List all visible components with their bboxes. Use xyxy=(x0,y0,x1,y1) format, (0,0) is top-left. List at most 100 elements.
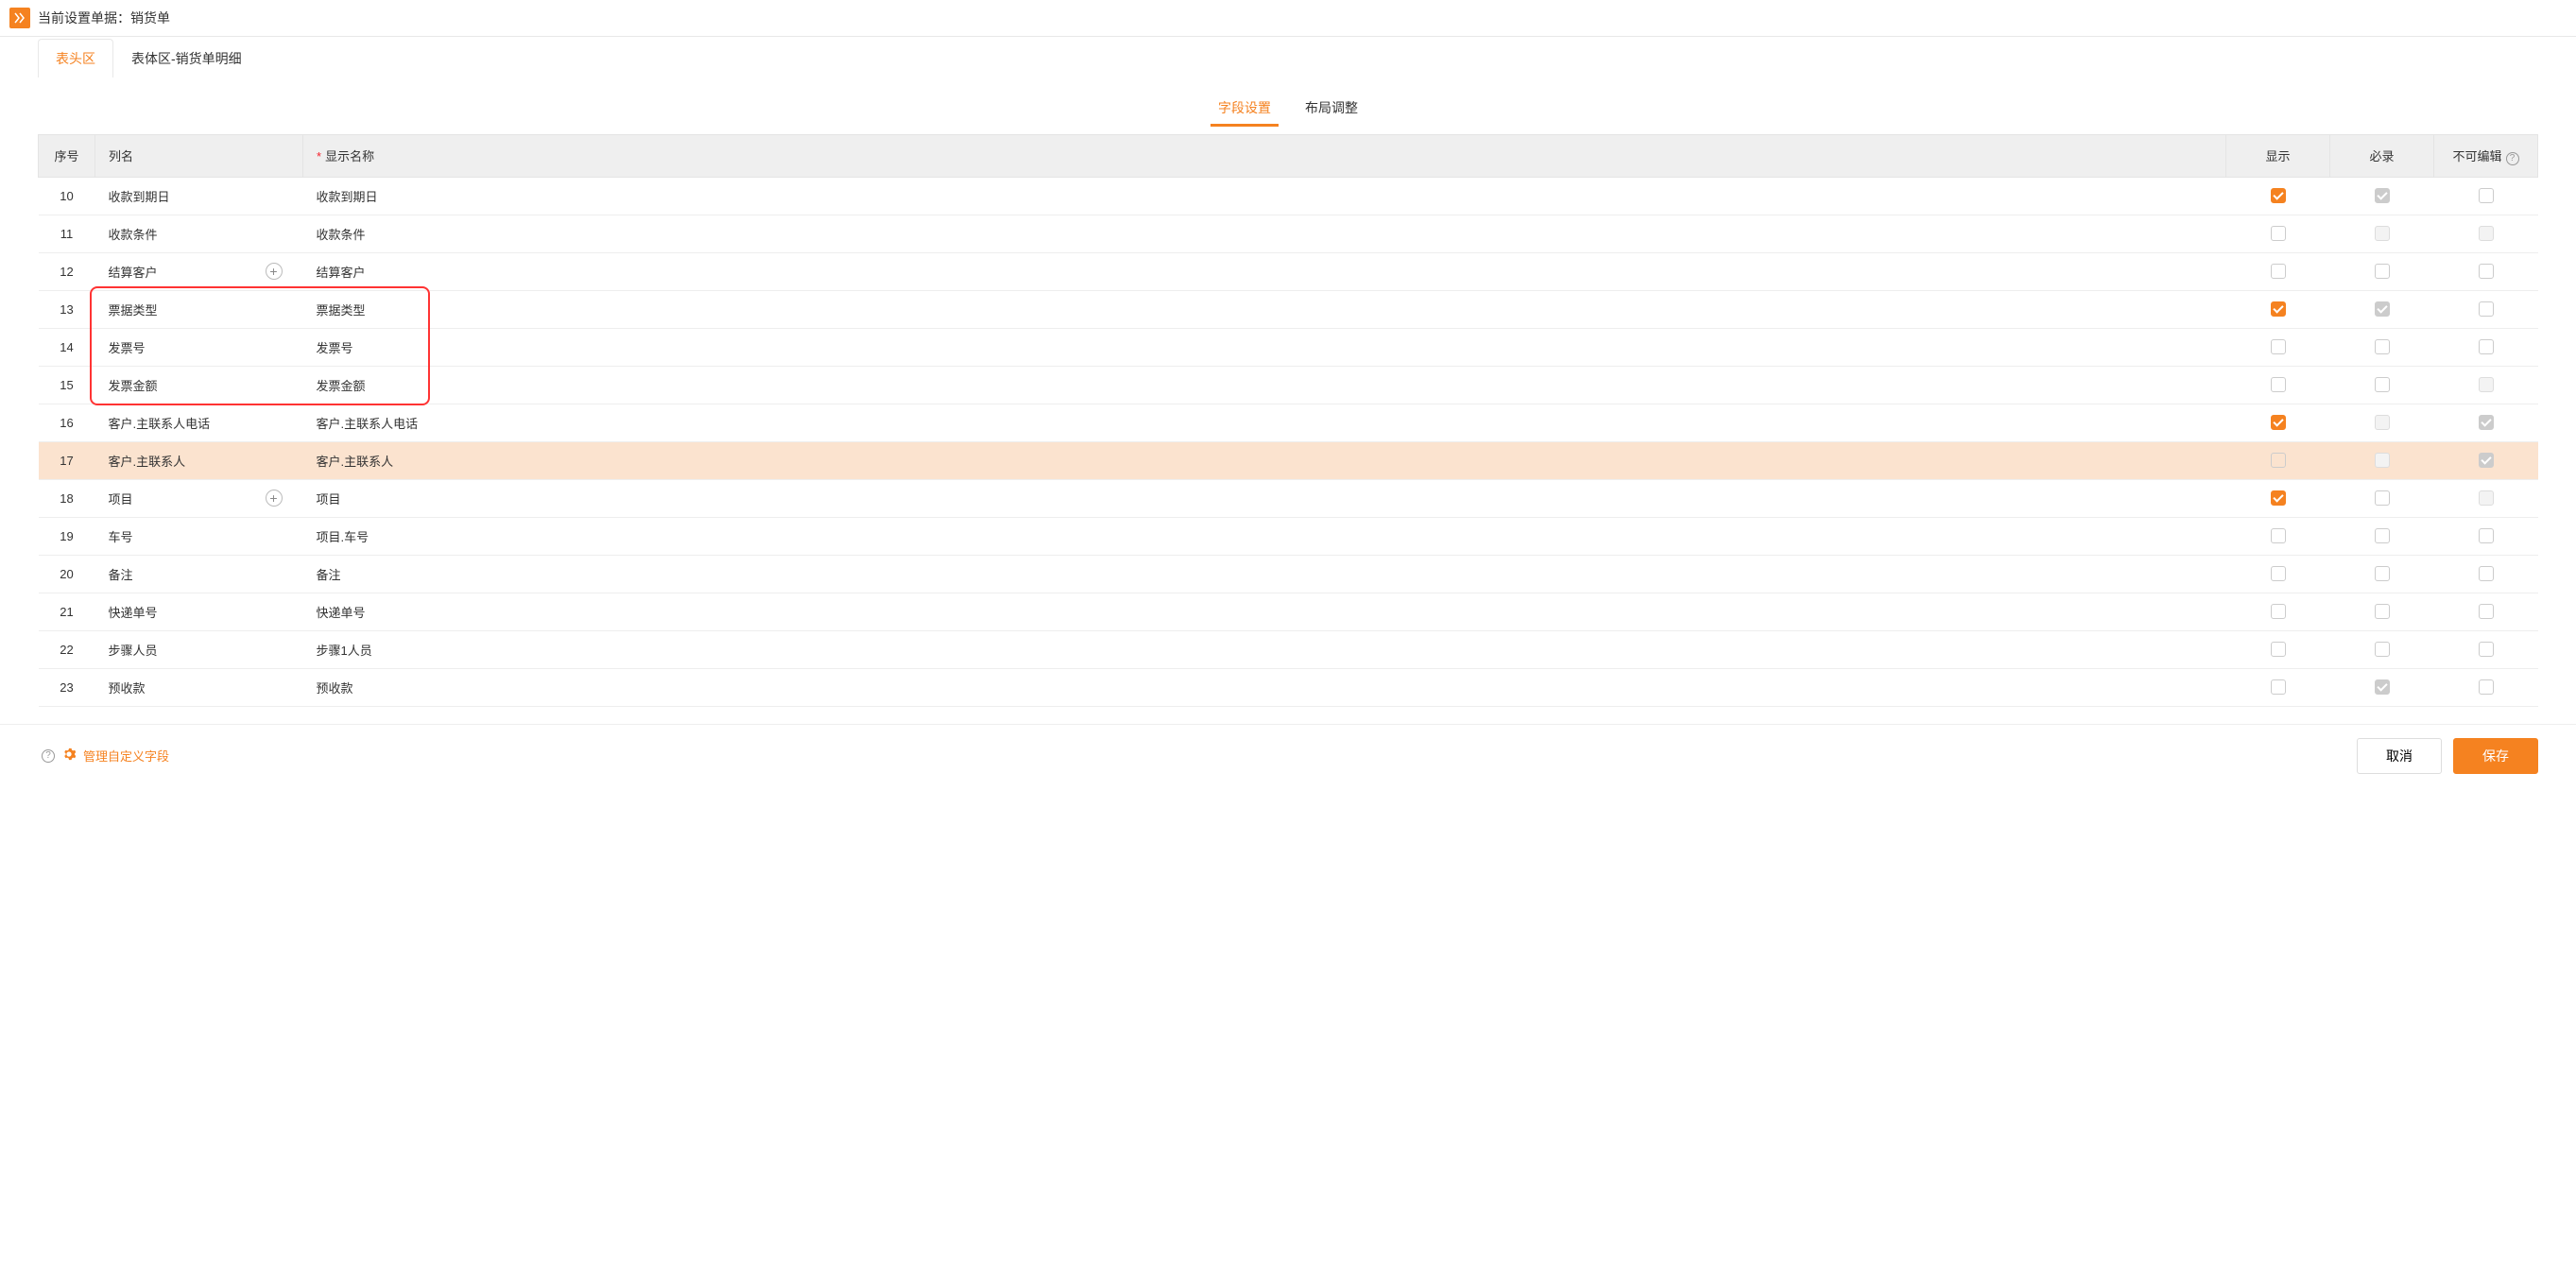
row-name: 客户.主联系人电话 xyxy=(95,404,303,441)
display-name-cell[interactable]: 发票号 xyxy=(303,328,2226,366)
display-name-cell[interactable]: 步骤1人员 xyxy=(303,630,2226,668)
display-name-cell[interactable]: 预收款 xyxy=(303,668,2226,706)
row-num: 21 xyxy=(39,593,95,630)
display-name-cell[interactable]: 票据类型 xyxy=(303,290,2226,328)
show-checkbox[interactable] xyxy=(2271,264,2286,279)
required-cell xyxy=(2330,668,2434,706)
required-cell xyxy=(2330,441,2434,479)
display-name-cell[interactable]: 收款到期日 xyxy=(303,177,2226,215)
show-checkbox[interactable] xyxy=(2271,642,2286,657)
add-sub-item-button[interactable]: + xyxy=(266,263,283,280)
manage-custom-fields-link[interactable]: 管理自定义字段 xyxy=(83,747,169,765)
required-checkbox[interactable] xyxy=(2375,490,2390,506)
row-name: 发票号 xyxy=(95,328,303,366)
column-name-text: 客户.主联系人 xyxy=(109,452,186,470)
readonly-checkbox[interactable] xyxy=(2479,679,2494,695)
row-num: 20 xyxy=(39,555,95,593)
required-checkbox[interactable] xyxy=(2375,528,2390,543)
sub-tab[interactable]: 字段设置 xyxy=(1201,91,1288,125)
cancel-button[interactable]: 取消 xyxy=(2357,738,2442,774)
table-row: 14发票号发票号 xyxy=(39,328,2538,366)
show-cell xyxy=(2226,252,2330,290)
row-num: 22 xyxy=(39,630,95,668)
show-checkbox[interactable] xyxy=(2271,188,2286,203)
readonly-cell xyxy=(2434,366,2538,404)
required-checkbox[interactable] xyxy=(2375,642,2390,657)
show-checkbox[interactable] xyxy=(2271,301,2286,317)
required-cell xyxy=(2330,555,2434,593)
column-name-text: 备注 xyxy=(109,565,133,583)
show-cell xyxy=(2226,366,2330,404)
display-name-cell[interactable]: 项目 xyxy=(303,479,2226,517)
row-name: 收款条件 xyxy=(95,215,303,252)
readonly-checkbox xyxy=(2479,453,2494,468)
readonly-checkbox[interactable] xyxy=(2479,339,2494,354)
tab-top[interactable]: 表体区-销货单明细 xyxy=(113,39,260,77)
required-checkbox xyxy=(2375,415,2390,430)
required-checkbox xyxy=(2375,188,2390,203)
add-sub-item-button[interactable]: + xyxy=(266,490,283,507)
readonly-cell xyxy=(2434,517,2538,555)
required-cell xyxy=(2330,290,2434,328)
show-checkbox[interactable] xyxy=(2271,377,2286,392)
required-checkbox[interactable] xyxy=(2375,377,2390,392)
show-checkbox[interactable] xyxy=(2271,604,2286,619)
expand-panel-button[interactable] xyxy=(9,8,30,28)
display-name-cell[interactable]: 备注 xyxy=(303,555,2226,593)
table-row: 16客户.主联系人电话客户.主联系人电话 xyxy=(39,404,2538,441)
column-name-text: 预收款 xyxy=(109,679,146,696)
display-name-cell[interactable]: 结算客户 xyxy=(303,252,2226,290)
display-name-cell[interactable]: 项目.车号 xyxy=(303,517,2226,555)
readonly-checkbox[interactable] xyxy=(2479,188,2494,203)
readonly-checkbox[interactable] xyxy=(2479,301,2494,317)
show-checkbox[interactable] xyxy=(2271,566,2286,581)
required-asterisk: * xyxy=(317,149,321,163)
show-checkbox[interactable] xyxy=(2271,226,2286,241)
required-checkbox[interactable] xyxy=(2375,566,2390,581)
row-num: 15 xyxy=(39,366,95,404)
show-checkbox[interactable] xyxy=(2271,415,2286,430)
show-checkbox[interactable] xyxy=(2271,339,2286,354)
column-name-text: 收款条件 xyxy=(109,225,158,243)
required-cell xyxy=(2330,630,2434,668)
required-cell xyxy=(2330,328,2434,366)
required-checkbox[interactable] xyxy=(2375,264,2390,279)
show-cell xyxy=(2226,441,2330,479)
readonly-checkbox[interactable] xyxy=(2479,264,2494,279)
readonly-checkbox[interactable] xyxy=(2479,642,2494,657)
required-checkbox xyxy=(2375,301,2390,317)
readonly-cell xyxy=(2434,290,2538,328)
required-checkbox[interactable] xyxy=(2375,604,2390,619)
save-button[interactable]: 保存 xyxy=(2453,738,2538,774)
readonly-checkbox xyxy=(2479,377,2494,392)
row-name: 结算客户+ xyxy=(95,252,303,290)
display-name-cell[interactable]: 客户.主联系人电话 xyxy=(303,404,2226,441)
display-name-cell[interactable]: 客户.主联系人 xyxy=(303,441,2226,479)
show-checkbox[interactable] xyxy=(2271,528,2286,543)
readonly-checkbox[interactable] xyxy=(2479,566,2494,581)
row-name: 客户.主联系人 xyxy=(95,441,303,479)
show-checkbox[interactable] xyxy=(2271,453,2286,468)
help-icon[interactable]: ? xyxy=(42,749,55,763)
show-cell xyxy=(2226,668,2330,706)
table-row: 23预收款预收款 xyxy=(39,668,2538,706)
readonly-checkbox[interactable] xyxy=(2479,604,2494,619)
required-cell xyxy=(2330,215,2434,252)
tab-top[interactable]: 表头区 xyxy=(38,39,113,77)
table-row: 15发票金额发票金额 xyxy=(39,366,2538,404)
required-cell xyxy=(2330,252,2434,290)
show-checkbox[interactable] xyxy=(2271,490,2286,506)
required-cell xyxy=(2330,479,2434,517)
display-name-cell[interactable]: 发票金额 xyxy=(303,366,2226,404)
readonly-checkbox[interactable] xyxy=(2479,528,2494,543)
sub-tab[interactable]: 布局调整 xyxy=(1288,91,1375,125)
required-checkbox[interactable] xyxy=(2375,339,2390,354)
col-header-required: 必录 xyxy=(2330,135,2434,178)
row-num: 13 xyxy=(39,290,95,328)
display-name-cell[interactable]: 收款条件 xyxy=(303,215,2226,252)
show-checkbox[interactable] xyxy=(2271,679,2286,695)
column-name-text: 收款到期日 xyxy=(109,187,170,205)
required-cell xyxy=(2330,593,2434,630)
help-icon[interactable]: ? xyxy=(2506,152,2519,165)
display-name-cell[interactable]: 快递单号 xyxy=(303,593,2226,630)
